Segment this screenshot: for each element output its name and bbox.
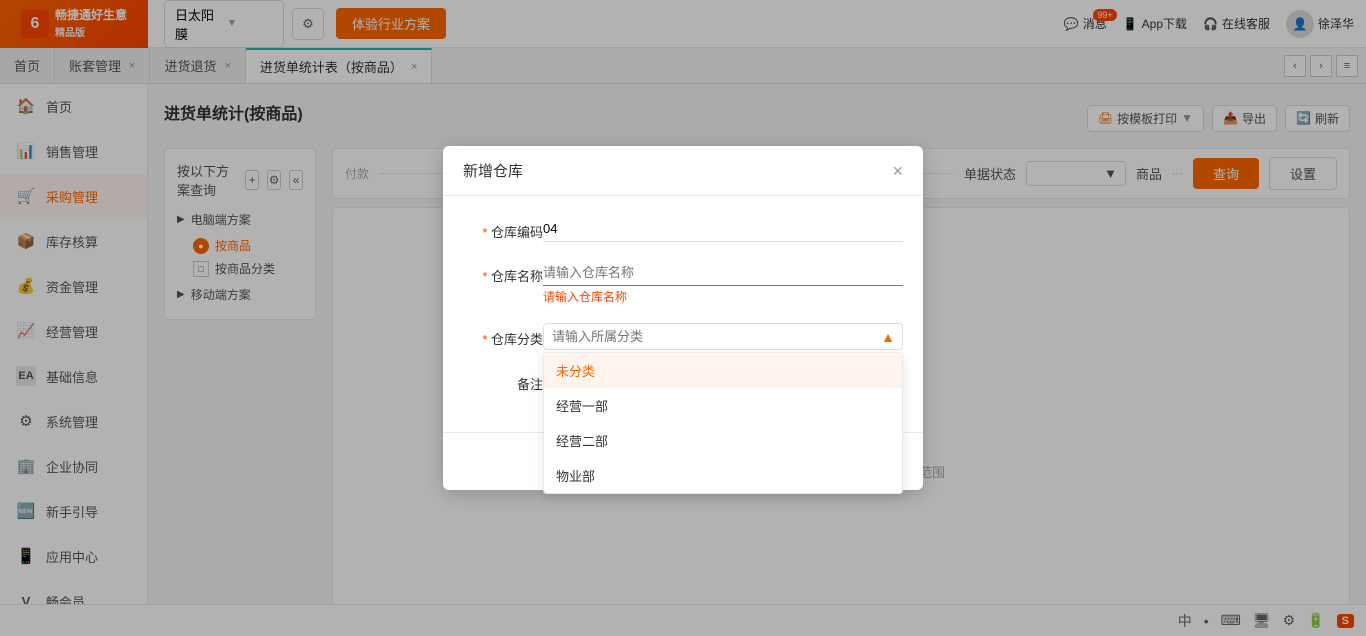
warehouse-category-input[interactable] <box>543 323 903 350</box>
form-row-category: 仓库分类 ▲ 未分类 经营一部 经营二部 物业部 <box>463 323 903 350</box>
dropdown-item-2[interactable]: 经营二部 <box>544 423 902 458</box>
modal-title: 新增仓库 <box>463 160 523 181</box>
category-label: 仓库分类 <box>463 323 543 348</box>
name-input-wrap: 请输入仓库名称 <box>543 260 903 305</box>
warehouse-modal: 新增仓库 × 仓库编码 仓库名称 请输入仓库名称 仓库 <box>443 146 923 490</box>
dropdown-item-3[interactable]: 物业部 <box>544 458 902 493</box>
category-dropdown: 未分类 经营一部 经营二部 物业部 <box>543 352 903 494</box>
form-row-code: 仓库编码 <box>463 216 903 242</box>
name-label: 仓库名称 <box>463 260 543 285</box>
modal-header: 新增仓库 × <box>443 146 923 196</box>
modal-body: 仓库编码 仓库名称 请输入仓库名称 仓库分类 ▲ <box>443 196 923 432</box>
dropdown-item-0[interactable]: 未分类 <box>544 353 902 388</box>
name-error-msg: 请输入仓库名称 <box>543 288 903 305</box>
code-label: 仓库编码 <box>463 216 543 241</box>
category-input-wrap: ▲ 未分类 经营一部 经营二部 物业部 <box>543 323 903 350</box>
modal-overlay: 新增仓库 × 仓库编码 仓库名称 请输入仓库名称 仓库 <box>0 0 1366 636</box>
warehouse-code-input[interactable] <box>543 216 903 242</box>
warehouse-name-input[interactable] <box>543 260 903 286</box>
dropdown-item-1[interactable]: 经营一部 <box>544 388 902 423</box>
note-label: 备注 <box>463 368 543 393</box>
code-input-wrap <box>543 216 903 242</box>
category-toggle-icon[interactable]: ▲ <box>881 329 895 345</box>
form-row-name: 仓库名称 请输入仓库名称 <box>463 260 903 305</box>
modal-close-btn[interactable]: × <box>892 162 903 180</box>
